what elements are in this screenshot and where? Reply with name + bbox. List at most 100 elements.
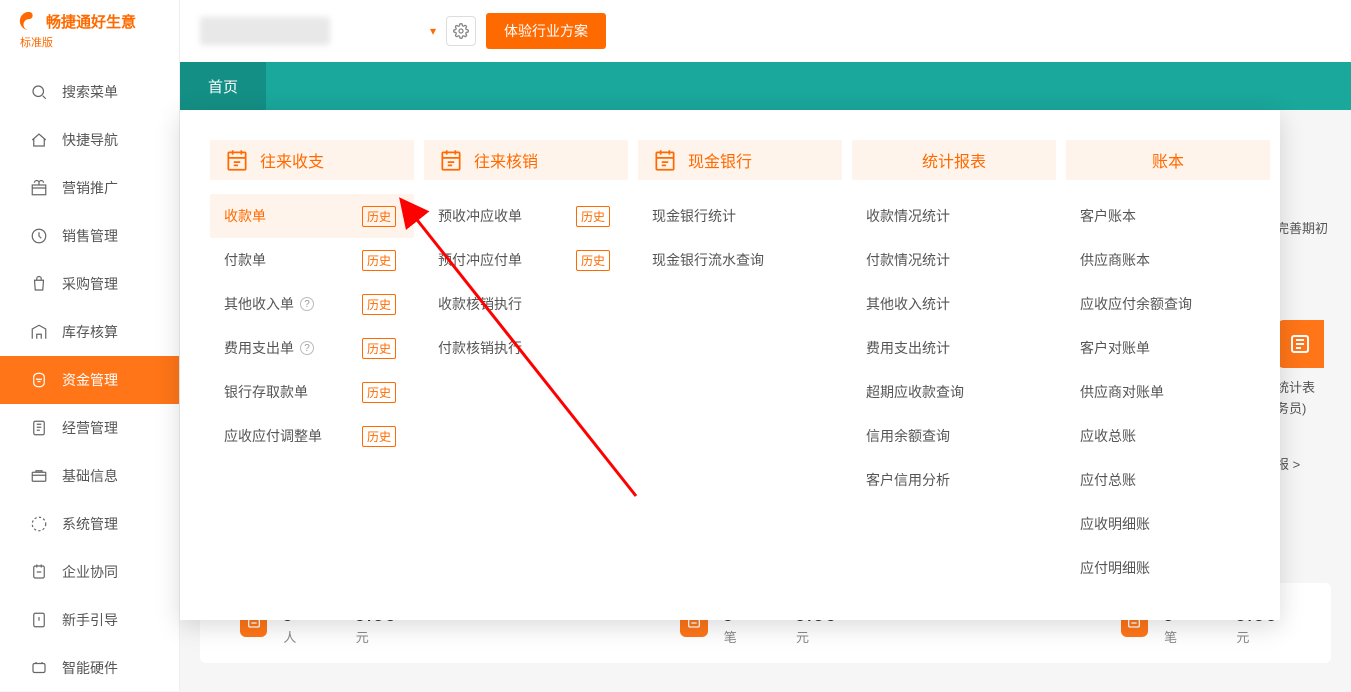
mega-item[interactable]: 费用支出单? 历史 (210, 326, 414, 370)
history-tag[interactable]: 历史 (362, 382, 396, 403)
mega-column-1: 往来核销预收冲应收单历史预付冲应付单 历史收款核销执行付款核销执行 (424, 140, 638, 590)
mega-column-header: 统计报表 (852, 140, 1056, 180)
mega-item[interactable]: 应付总账 (1066, 458, 1270, 502)
sidebar-item-11[interactable]: 新手引导 (0, 596, 179, 644)
mega-item[interactable]: 信用余额查询 (852, 414, 1056, 458)
mega-item-label: 收款单 (224, 206, 266, 226)
mega-item[interactable]: 应付明细账 (1066, 546, 1270, 590)
mega-item[interactable]: 银行存取款单历史 (210, 370, 414, 414)
sidebar-item-2[interactable]: 营销推广 (0, 164, 179, 212)
tabbar: 首页 (180, 62, 1351, 110)
stat-value-unit: 元 (1236, 630, 1249, 645)
perfect-init-link[interactable]: 完善期初 (1276, 218, 1328, 237)
mega-item[interactable]: 付款单历史 (210, 238, 414, 282)
mega-item[interactable]: 应收总账 (1066, 414, 1270, 458)
mega-item-label: 现金银行流水查询 (652, 250, 764, 270)
sidebar-item-label: 资金管理 (62, 370, 118, 390)
mega-item[interactable]: 应收明细账 (1066, 502, 1270, 546)
mega-item[interactable]: 其他收入单?历史 (210, 282, 414, 326)
mega-column-2: 现金银行现金银行统计现金银行流水查询 (638, 140, 852, 590)
brand-icon (18, 10, 40, 32)
sidebar-item-label: 搜索菜单 (62, 82, 118, 102)
history-tag[interactable]: 历史 (362, 426, 396, 447)
menu-icon (30, 179, 48, 197)
menu-icon (30, 131, 48, 149)
history-tag[interactable]: 历史 (576, 250, 610, 271)
mega-item-label: 预付冲应付单 (438, 250, 522, 270)
mega-item-label: 供应商账本 (1080, 250, 1150, 270)
mega-item-label: 收款情况统计 (866, 206, 950, 226)
mega-item[interactable]: 超期应收款查询 (852, 370, 1056, 414)
sidebar-item-7[interactable]: 经营管理 (0, 404, 179, 452)
mega-item[interactable]: 应收应付调整单历史 (210, 414, 414, 458)
mega-column-0: 往来收支收款单历史付款单历史其他收入单?历史费用支出单?历史银行存取款单历史应收… (210, 140, 424, 590)
mega-item[interactable]: 应收应付余额查询 (1066, 282, 1270, 326)
sidebar: 畅捷通好生意 标准版 搜索菜单快捷导航营销推广销售管理采购管理库存核算资金管理经… (0, 0, 180, 691)
mega-item-label: 供应商对账单 (1080, 382, 1164, 402)
mega-item-label: 信用余额查询 (866, 426, 950, 446)
mega-item[interactable]: 预付冲应付单 历史 (424, 238, 628, 282)
help-icon[interactable]: ? (300, 341, 314, 355)
mega-item[interactable]: 收款单 历史 (210, 194, 414, 238)
experience-button[interactable]: 体验行业方案 (486, 13, 606, 49)
sidebar-menu: 搜索菜单快捷导航营销推广销售管理采购管理库存核算资金管理经营管理基础信息系统管理… (0, 68, 179, 692)
mega-item-label: 应付明细账 (1080, 558, 1150, 578)
menu-icon (30, 467, 48, 485)
mega-item[interactable]: 预收冲应收单历史 (424, 194, 628, 238)
history-tag[interactable]: 历史 (362, 250, 396, 271)
mega-item[interactable]: 收款核销执行 (424, 282, 628, 326)
mega-item-label: 付款核销执行 (438, 338, 522, 358)
mega-item[interactable]: 费用支出统计 (852, 326, 1056, 370)
stat-value-unit: 元 (356, 630, 369, 645)
mega-item-label: 现金银行统计 (652, 206, 736, 226)
mega-item[interactable]: 收款情况统计 (852, 194, 1056, 238)
sidebar-item-8[interactable]: 基础信息 (0, 452, 179, 500)
mega-column-header: 账本 (1066, 140, 1270, 180)
sidebar-item-5[interactable]: 库存核算 (0, 308, 179, 356)
sidebar-item-9[interactable]: 系统管理 (0, 500, 179, 548)
brand-edition: 标准版 (20, 34, 53, 50)
history-tag[interactable]: 历史 (576, 206, 610, 227)
mega-item-label: 付款情况统计 (866, 250, 950, 270)
sidebar-item-12[interactable]: 智能硬件 (0, 644, 179, 692)
doc-icon (224, 147, 250, 173)
help-icon[interactable]: ? (300, 297, 314, 311)
mega-column-title: 往来核销 (474, 148, 538, 172)
mega-item-label: 应收应付余额查询 (1080, 294, 1192, 314)
sidebar-item-0[interactable]: 搜索菜单 (0, 68, 179, 116)
stat-count-unit: 人 (283, 630, 296, 645)
gear-icon[interactable] (446, 16, 476, 46)
mega-column-header: 往来核销 (424, 140, 628, 180)
mega-item[interactable]: 其他收入统计 (852, 282, 1056, 326)
mega-item[interactable]: 客户账本 (1066, 194, 1270, 238)
tab-home[interactable]: 首页 (180, 62, 266, 110)
mega-column-header: 往来收支 (210, 140, 414, 180)
mega-item[interactable]: 供应商账本 (1066, 238, 1270, 282)
history-tag[interactable]: 历史 (362, 206, 396, 227)
sidebar-item-10[interactable]: 企业协同 (0, 548, 179, 596)
sidebar-item-4[interactable]: 采购管理 (0, 260, 179, 308)
mega-item[interactable]: 客户信用分析 (852, 458, 1056, 502)
mega-item-label: 费用支出单? (224, 338, 314, 358)
mega-item-label: 其他收入统计 (866, 294, 950, 314)
mega-column-4: 账本客户账本供应商账本应收应付余额查询客户对账单供应商对账单应收总账应付总账应收… (1066, 140, 1280, 590)
mega-column-header: 现金银行 (638, 140, 842, 180)
mega-item[interactable]: 现金银行统计 (638, 194, 842, 238)
mega-column-3: 统计报表收款情况统计付款情况统计其他收入统计费用支出统计超期应收款查询信用余额查… (852, 140, 1066, 590)
mega-item[interactable]: 付款核销执行 (424, 326, 628, 370)
float-action-button[interactable] (1276, 320, 1324, 368)
sidebar-item-3[interactable]: 销售管理 (0, 212, 179, 260)
history-tag[interactable]: 历史 (362, 294, 396, 315)
mega-item[interactable]: 付款情况统计 (852, 238, 1056, 282)
mega-item[interactable]: 现金银行流水查询 (638, 238, 842, 282)
sidebar-item-6[interactable]: 资金管理 (0, 356, 179, 404)
history-tag[interactable]: 历史 (362, 338, 396, 359)
sidebar-item-label: 智能硬件 (62, 658, 118, 678)
sidebar-item-1[interactable]: 快捷导航 (0, 116, 179, 164)
mega-item[interactable]: 供应商对账单 (1066, 370, 1270, 414)
doc-icon (652, 147, 678, 173)
mega-item[interactable]: 客户对账单 (1066, 326, 1270, 370)
chevron-down-icon[interactable]: ▾ (430, 24, 436, 38)
sidebar-item-label: 库存核算 (62, 322, 118, 342)
sidebar-item-label: 系统管理 (62, 514, 118, 534)
